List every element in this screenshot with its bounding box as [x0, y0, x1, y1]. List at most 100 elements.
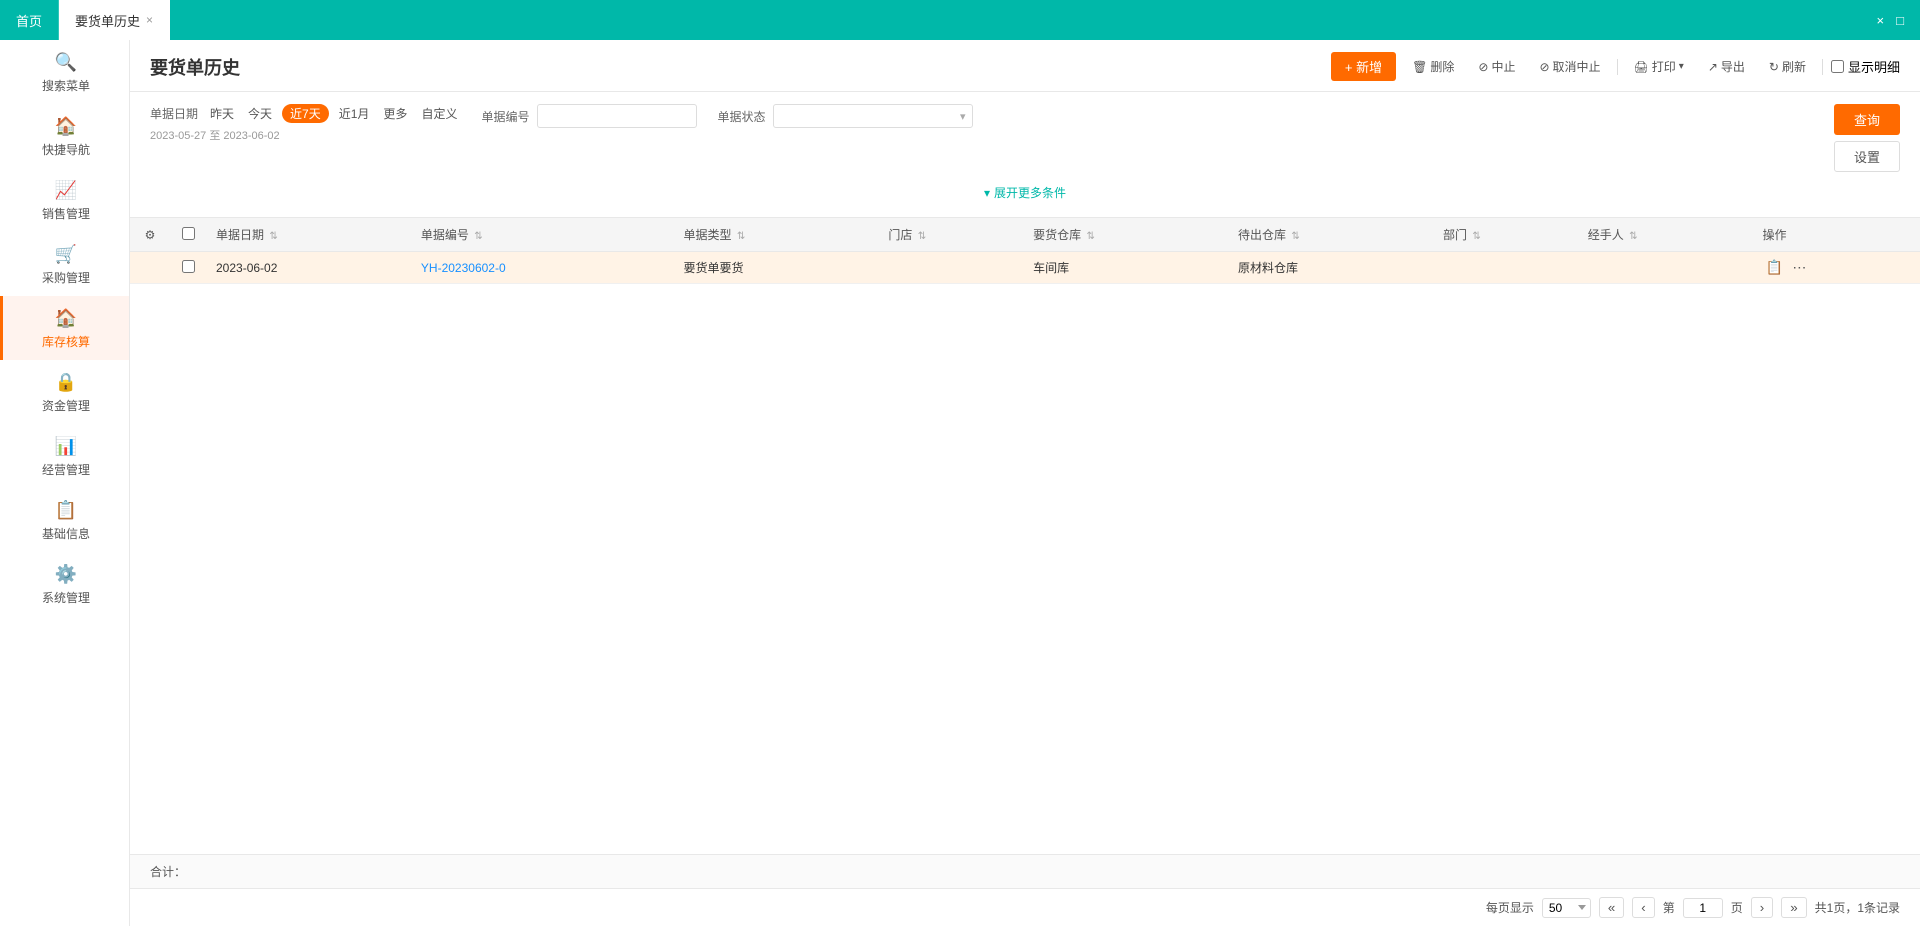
- tab-requisition-history-label: 要货单历史: [75, 11, 140, 30]
- sidebar-item-basic-info[interactable]: 📋 基础信息: [0, 488, 129, 552]
- last-page-button[interactable]: »: [1781, 897, 1806, 918]
- row-checkbox[interactable]: [182, 260, 195, 273]
- shortcut-7days[interactable]: 近7天: [282, 104, 329, 123]
- summary-label: 合计：: [150, 863, 186, 880]
- delete-button[interactable]: 🗑 删除: [1404, 54, 1462, 79]
- sidebar-item-quick-nav[interactable]: 🏠 快捷导航: [0, 104, 129, 168]
- th-handler: 经手人 ⇅: [1578, 218, 1753, 252]
- system-mgmt-icon: ⚙️: [55, 564, 77, 585]
- first-page-button[interactable]: «: [1599, 897, 1624, 918]
- sort-handler-icon[interactable]: ⇅: [1629, 231, 1637, 242]
- page-input[interactable]: [1683, 898, 1723, 918]
- new-button[interactable]: + 新增: [1331, 52, 1396, 81]
- sidebar-item-inventory[interactable]: 🏠 库存核算: [0, 296, 129, 360]
- sort-docno-icon[interactable]: ⇅: [474, 231, 482, 242]
- td-docno: YH-20230602-0: [411, 252, 674, 284]
- expand-more-button[interactable]: ▾ 展开更多条件: [984, 180, 1066, 205]
- tab-requisition-history[interactable]: 要货单历史 ×: [59, 0, 170, 40]
- sidebar-item-purchase-mgmt-label: 采购管理: [42, 269, 90, 286]
- row-req-warehouse: 车间库: [1033, 261, 1069, 275]
- sort-store-icon[interactable]: ⇅: [918, 231, 926, 242]
- status-label: 单据状态: [717, 108, 765, 125]
- shortcut-more[interactable]: 更多: [379, 104, 411, 123]
- sidebar-item-sales-mgmt-label: 销售管理: [42, 205, 90, 222]
- sort-date-icon[interactable]: ⇅: [269, 231, 277, 242]
- per-page-select[interactable]: 50 100 200: [1542, 898, 1591, 918]
- tab-home[interactable]: 首页: [0, 0, 59, 40]
- print-dropdown-icon: ▾: [1679, 61, 1684, 72]
- op-edit-button[interactable]: 📋: [1763, 259, 1786, 276]
- op-more-button[interactable]: ⋯: [1789, 259, 1809, 276]
- shortcut-1month[interactable]: 近1月: [335, 104, 374, 123]
- cancel-stop-button[interactable]: ⊘ 取消中止: [1531, 54, 1608, 79]
- per-page-label: 每页显示: [1486, 899, 1534, 916]
- sidebar: 🔍 搜索菜单 🏠 快捷导航 📈 销售管理 🛒 采购管理 🏠 库存核算 🔒 资金管…: [0, 40, 130, 926]
- sort-doctype-icon[interactable]: ⇅: [737, 231, 745, 242]
- show-detail-toggle[interactable]: 显示明细: [1831, 57, 1900, 76]
- toolbar-divider-1: [1617, 59, 1618, 75]
- row-doctype: 要货单要货: [683, 261, 743, 275]
- search-menu-icon: 🔍: [55, 52, 77, 73]
- refresh-label: 刷新: [1782, 58, 1806, 75]
- select-all-checkbox[interactable]: [182, 227, 195, 240]
- row-docno-link[interactable]: YH-20230602-0: [421, 261, 506, 275]
- basic-info-icon: 📋: [55, 500, 77, 521]
- show-detail-label: 显示明细: [1848, 57, 1900, 76]
- th-date-label: 单据日期: [216, 228, 264, 242]
- sidebar-item-quick-nav-label: 快捷导航: [42, 141, 90, 158]
- page-header: 要货单历史 + 新增 🗑 删除 ⊘ 中止 ⊘ 取消中止: [130, 40, 1920, 92]
- export-button[interactable]: ↗ 导出: [1700, 54, 1753, 79]
- print-label: 打印: [1652, 58, 1676, 75]
- expand-more-row: ▾ 展开更多条件: [150, 180, 1900, 205]
- th-operation: 操作: [1753, 218, 1920, 252]
- query-button[interactable]: 查询: [1834, 104, 1900, 135]
- sidebar-item-operations-mgmt[interactable]: 📊 经营管理: [0, 424, 129, 488]
- print-button[interactable]: 🖨 打印 ▾: [1626, 54, 1692, 79]
- status-input[interactable]: [773, 104, 973, 128]
- table-header-row: ⚙ 单据日期 ⇅ 单据编号 ⇅ 单据类型: [130, 218, 1920, 252]
- window-maximize-icon[interactable]: □: [1896, 13, 1904, 28]
- export-label: 导出: [1721, 58, 1745, 75]
- status-dropdown-icon: ▾: [960, 110, 966, 123]
- data-table: ⚙ 单据日期 ⇅ 单据编号 ⇅ 单据类型: [130, 218, 1920, 284]
- close-tab-icon[interactable]: ×: [146, 13, 153, 27]
- toolbar: + 新增 🗑 删除 ⊘ 中止 ⊘ 取消中止 🖨: [1331, 52, 1900, 81]
- export-icon: ↗: [1708, 60, 1718, 74]
- td-department: [1433, 252, 1578, 284]
- th-store: 门店 ⇅: [878, 218, 1023, 252]
- sidebar-item-system-mgmt-label: 系统管理: [42, 589, 90, 606]
- show-detail-checkbox[interactable]: [1831, 60, 1844, 73]
- sidebar-item-sales-mgmt[interactable]: 📈 销售管理: [0, 168, 129, 232]
- sidebar-item-search-menu-label: 搜索菜单: [42, 77, 90, 94]
- search-area: 单据日期 昨天 今天 近7天 近1月 更多 自定义 2023-05-27 至 2…: [130, 92, 1920, 218]
- th-settings[interactable]: ⚙: [130, 218, 170, 252]
- settings-button[interactable]: 设置: [1834, 141, 1900, 172]
- shortcut-custom[interactable]: 自定义: [417, 104, 461, 123]
- td-settings: [130, 252, 170, 284]
- page-unit-label: 页: [1731, 899, 1743, 916]
- stop-label: 中止: [1491, 58, 1515, 75]
- th-req-warehouse-label: 要货仓库: [1033, 228, 1081, 242]
- prev-page-button[interactable]: ‹: [1632, 897, 1654, 918]
- pagination-row: 每页显示 50 100 200 « ‹ 第 页 › » 共1页，1条记录: [130, 888, 1920, 926]
- row-pending-warehouse: 原材料仓库: [1238, 261, 1298, 275]
- search-row: 单据日期 昨天 今天 近7天 近1月 更多 自定义 2023-05-27 至 2…: [150, 104, 1900, 172]
- sidebar-item-system-mgmt[interactable]: ⚙️ 系统管理: [0, 552, 129, 616]
- next-page-button[interactable]: ›: [1751, 897, 1773, 918]
- refresh-button[interactable]: ↻ 刷新: [1761, 54, 1814, 79]
- sidebar-item-purchase-mgmt[interactable]: 🛒 采购管理: [0, 232, 129, 296]
- cancel-stop-icon: ⊘: [1539, 60, 1549, 74]
- shortcut-yesterday[interactable]: 昨天: [206, 104, 238, 123]
- sidebar-item-search-menu[interactable]: 🔍 搜索菜单: [0, 40, 129, 104]
- delete-label: 删除: [1430, 58, 1454, 75]
- sort-department-icon[interactable]: ⇅: [1472, 231, 1480, 242]
- table-body: 2023-06-02 YH-20230602-0 要货单要货 车间库: [130, 252, 1920, 284]
- sort-pending-warehouse-icon[interactable]: ⇅: [1291, 231, 1299, 242]
- stop-button[interactable]: ⊘ 中止: [1470, 54, 1523, 79]
- sidebar-item-finance-mgmt[interactable]: 🔒 资金管理: [0, 360, 129, 424]
- docno-input[interactable]: [537, 104, 697, 128]
- shortcut-today[interactable]: 今天: [244, 104, 276, 123]
- date-label: 单据日期: [150, 105, 198, 122]
- window-close-icon[interactable]: ×: [1877, 13, 1885, 28]
- sort-req-warehouse-icon[interactable]: ⇅: [1086, 231, 1094, 242]
